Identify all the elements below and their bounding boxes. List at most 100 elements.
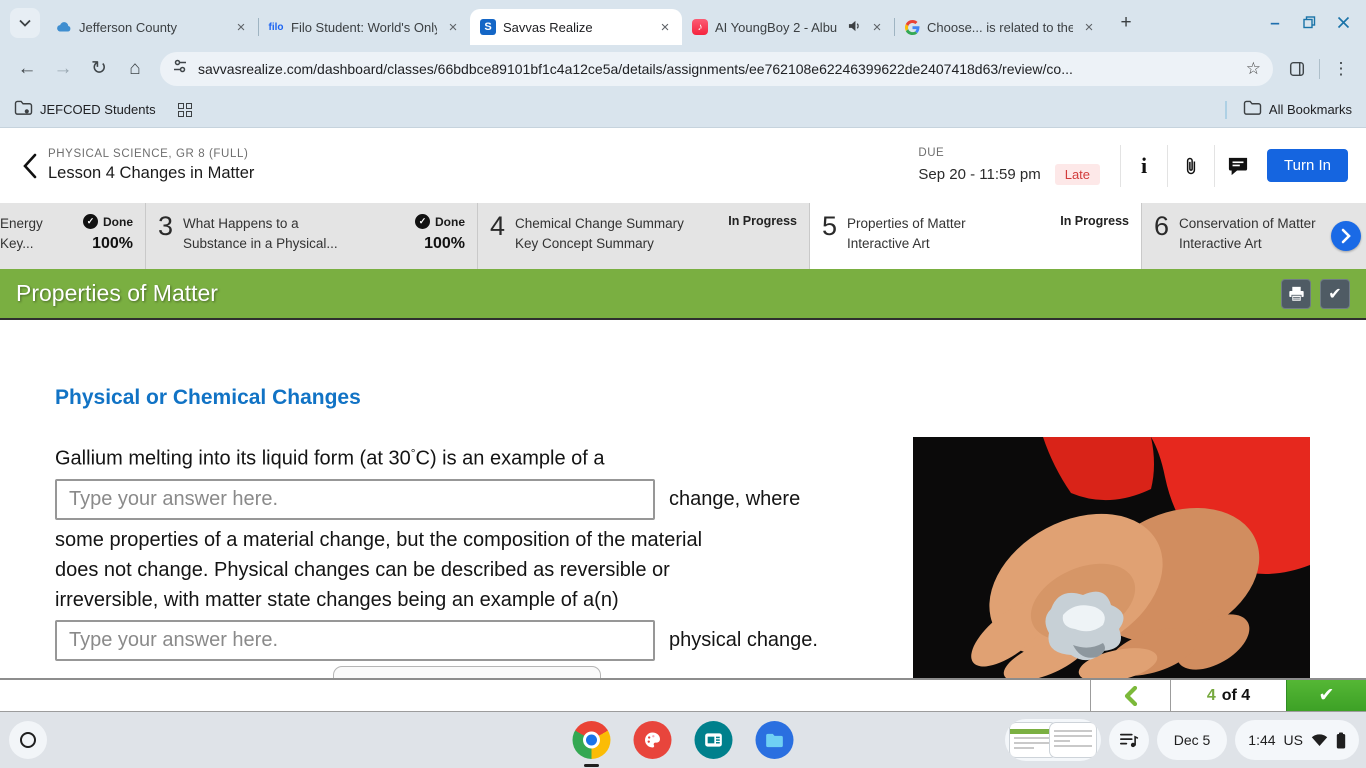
- tab-title: Choose... is related to the: [927, 19, 1073, 35]
- step-tab-4[interactable]: 4 Chemical Change Summary Key Concept Su…: [478, 203, 810, 269]
- close-tab-icon[interactable]: ×: [1080, 18, 1098, 36]
- apps-grid-button[interactable]: [177, 102, 192, 117]
- header-separator: [1120, 144, 1122, 187]
- page-count: of 4: [1221, 686, 1251, 704]
- launcher-button[interactable]: [9, 721, 47, 759]
- question-body: Gallium melting into its liquid form (at…: [55, 438, 910, 666]
- comments-button[interactable]: [1221, 149, 1255, 183]
- home-icon: ⌂: [129, 57, 141, 79]
- chevron-right-icon: [1341, 228, 1351, 244]
- step-title-line: Conservation of Matter: [1179, 216, 1316, 231]
- bookmark-folder-jefcoed[interactable]: JEFCOED Students: [14, 100, 156, 119]
- tab-search-button[interactable]: [10, 8, 40, 38]
- minimize-window-button[interactable]: –: [1258, 6, 1292, 40]
- palette-icon: [644, 732, 660, 748]
- step-tab-5-selected[interactable]: 5 Properties of Matter Interactive Art I…: [810, 203, 1142, 269]
- chromeos-shelf: Dec 5 1:44 US: [0, 712, 1366, 768]
- forward-button[interactable]: →: [46, 52, 80, 86]
- wifi-icon: [1311, 734, 1328, 746]
- close-tab-icon[interactable]: ×: [656, 18, 674, 36]
- back-icon: ←: [17, 57, 37, 79]
- step-title-line: Energy: [0, 216, 43, 231]
- explore-app-button[interactable]: [694, 721, 733, 759]
- all-bookmarks-button[interactable]: All Bookmarks: [1243, 100, 1352, 119]
- card-icon: [705, 733, 722, 747]
- tab-jefferson-county[interactable]: Jefferson County ×: [46, 9, 258, 45]
- address-bar[interactable]: savvasrealize.com/dashboard/classes/66bd…: [160, 51, 1273, 86]
- chevron-left-icon: [23, 153, 37, 178]
- answer-input-1[interactable]: [55, 478, 655, 520]
- answer-input-2[interactable]: [55, 619, 655, 661]
- print-button[interactable]: [1281, 278, 1311, 309]
- window-controls: –: [1258, 0, 1366, 45]
- chrome-app-button[interactable]: [572, 721, 611, 759]
- course-name: PHYSICAL SCIENCE, GR 8 (FULL): [48, 148, 249, 160]
- step-tab-3[interactable]: 3 What Happens to a Substance in a Physi…: [146, 203, 478, 269]
- header-separator: [1214, 144, 1216, 187]
- site-settings-icon[interactable]: [172, 58, 188, 79]
- submit-page-button[interactable]: ✔: [1286, 680, 1366, 711]
- checkmark-icon: ✔: [1318, 685, 1335, 706]
- back-to-assignments-button[interactable]: [18, 151, 42, 181]
- back-button[interactable]: ←: [10, 52, 44, 86]
- chrome-icon: [572, 721, 611, 759]
- bookmarks-bar: JEFCOED Students All Bookmarks: [0, 92, 1366, 128]
- tab-filo-student[interactable]: filo Filo Student: World's Only ×: [258, 9, 470, 45]
- close-tab-icon[interactable]: ×: [232, 18, 250, 36]
- keyboard-layout-label: US: [1283, 732, 1303, 748]
- turn-in-button[interactable]: Turn In: [1267, 149, 1348, 182]
- restore-window-button[interactable]: [1292, 6, 1326, 40]
- lesson-banner: Properties of Matter ✔: [0, 269, 1366, 320]
- question-heading: Physical or Chemical Changes: [55, 386, 361, 409]
- canvas-app-button[interactable]: [633, 721, 672, 759]
- reload-button[interactable]: ↻: [82, 52, 116, 86]
- clock-label: 1:44: [1248, 732, 1276, 748]
- new-tab-button[interactable]: +: [1112, 9, 1140, 37]
- tab-title: AI YoungBoy 2 - Albu: [715, 19, 838, 35]
- mark-complete-button[interactable]: ✔: [1320, 278, 1350, 309]
- assignment-steps-bar: Energy Key... ✓ Done 100% 3 What Happens …: [0, 203, 1366, 269]
- in-progress-label: In Progress: [1060, 214, 1129, 228]
- tab-google-search[interactable]: Choose... is related to the ×: [894, 9, 1106, 45]
- chat-icon: [1228, 157, 1248, 175]
- more-menu-button[interactable]: ⋮: [1326, 54, 1356, 84]
- tab-music[interactable]: ♪ AI YoungBoy 2 - Albu ×: [682, 9, 894, 45]
- info-button[interactable]: i: [1127, 149, 1161, 183]
- side-panel-button[interactable]: [1281, 53, 1313, 85]
- step-title-line: Interactive Art: [847, 236, 930, 252]
- partially-visible-button[interactable]: [333, 666, 601, 678]
- home-button[interactable]: ⌂: [118, 52, 152, 86]
- tab-savvas-realize-active[interactable]: S Savvas Realize ×: [470, 9, 682, 45]
- paperclip-icon: [1186, 157, 1196, 174]
- step-tab-energy[interactable]: Energy Key... ✓ Done 100%: [0, 203, 146, 269]
- date-label: Dec 5: [1173, 732, 1211, 748]
- close-tab-icon[interactable]: ×: [444, 18, 462, 36]
- step-title-line: Properties of Matter: [847, 216, 966, 231]
- next-steps-button[interactable]: [1331, 221, 1361, 251]
- printer-icon: [1288, 286, 1304, 302]
- page-indicator: 4 of 4: [1170, 680, 1286, 711]
- battery-icon: [1336, 732, 1346, 748]
- step-title-line: Chemical Change Summary: [515, 216, 684, 231]
- savvas-icon: S: [480, 19, 496, 35]
- late-badge: Late: [1054, 163, 1101, 185]
- step-number: 5: [822, 211, 838, 241]
- date-tray[interactable]: Dec 5: [1156, 720, 1228, 760]
- folder-gear-icon: [14, 100, 33, 119]
- close-tab-icon[interactable]: ×: [868, 18, 886, 36]
- bookmark-label: JEFCOED Students: [40, 102, 156, 117]
- question-text-after-input: change, where: [669, 487, 801, 510]
- done-label: Done: [435, 214, 465, 229]
- due-date: Sep 20 - 11:59 pm: [918, 165, 1041, 183]
- browser-toolbar: ← → ↻ ⌂ savvasrealize.com/dashboard/clas…: [0, 45, 1366, 92]
- attachments-button[interactable]: [1174, 149, 1208, 183]
- media-controls-button[interactable]: [1108, 720, 1149, 760]
- system-tray[interactable]: 1:44 US: [1235, 720, 1359, 760]
- close-window-button[interactable]: [1326, 6, 1360, 40]
- bookmark-star-icon[interactable]: ☆: [1246, 59, 1261, 79]
- files-app-button[interactable]: [755, 721, 794, 759]
- previous-page-button[interactable]: [1090, 680, 1170, 711]
- question-line: Gallium melting into its liquid form (at…: [55, 446, 605, 470]
- step-title-line: Key Concept Summary: [515, 236, 654, 252]
- window-preview-thumbnails[interactable]: [1004, 719, 1101, 761]
